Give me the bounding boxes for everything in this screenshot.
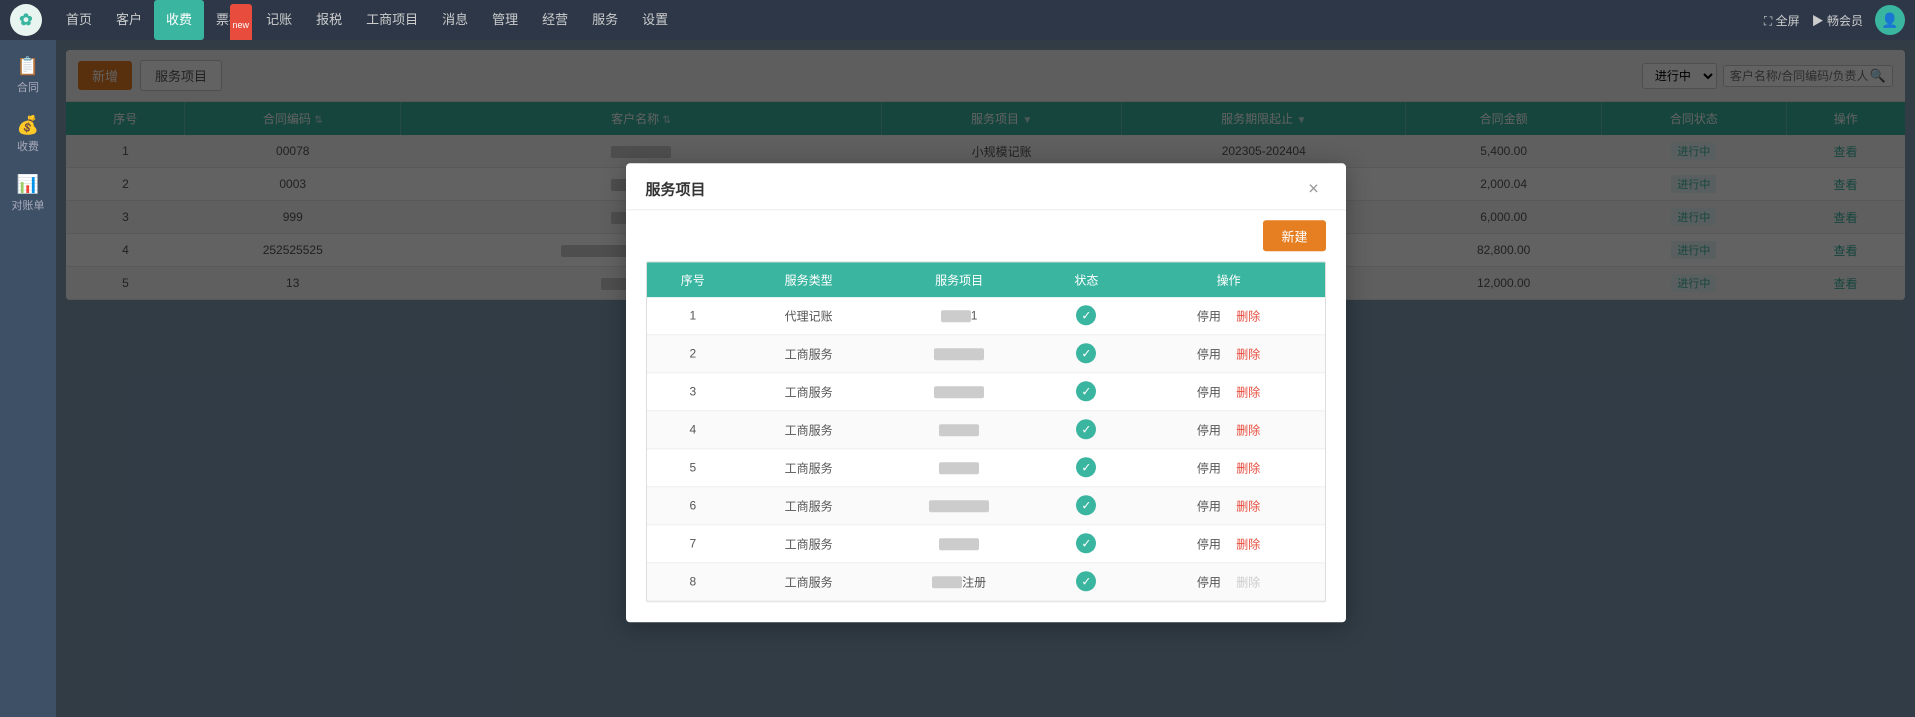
delete-button-8[interactable]: 删除 [1230,571,1266,592]
stop-button-5[interactable]: 停用 [1191,457,1227,478]
fee-icon: 💰 [17,115,39,136]
nav-jizhang[interactable]: 记账 [254,0,304,40]
delete-button-5[interactable]: 删除 [1230,457,1266,478]
sidebar-label-duizhangdan: 对账单 [12,197,45,213]
sidebar-label-hetong: 合同 [17,79,39,95]
modal-col-type: 服务类型 [739,262,878,297]
modal-col-action: 操作 [1133,262,1325,297]
modal-table-row: 7 工商服务 ✓ 停用 删除 [647,524,1325,562]
sidebar-item-shoufei[interactable]: 💰 收费 [3,107,53,162]
modal-table-row: 1 代理记账 1 ✓ 停用 删除 [647,297,1325,335]
nav-jingying[interactable]: 经营 [530,0,580,40]
modal-table-row: 2 工商服务 ✓ 停用 删除 [647,334,1325,372]
delete-button-3[interactable]: 删除 [1230,381,1266,402]
nav-customer[interactable]: 客户 [104,0,154,40]
modal-new-button[interactable]: 新建 [1263,220,1325,251]
modal-table-row: 3 工商服务 ✓ 停用 删除 [647,372,1325,410]
modal-table-row: 8 工商服务 注册 ✓ 停用 删除 [647,562,1325,600]
modal-table-row: 6 工商服务 ✓ 停用 删除 [647,486,1325,524]
content-area: 新增 服务项目 进行中 已完成 已终止 🔍 [56,40,1915,717]
top-navigation: ✿ 首页 客户 收费 票据 new 记账 报税 工商项目 消息 管理 [0,0,1915,40]
modal-col-seq: 序号 [647,262,740,297]
delete-button-6[interactable]: 删除 [1230,495,1266,516]
delete-button-1[interactable]: 删除 [1230,305,1266,326]
modal-table-row: 4 工商服务 ✓ 停用 删除 [647,410,1325,448]
delete-button-2[interactable]: 删除 [1230,343,1266,364]
modal-table-row: 5 工商服务 ✓ 停用 删除 [647,448,1325,486]
modal-col-status: 状态 [1040,262,1133,297]
nav-gongshang[interactable]: 工商项目 [354,0,430,40]
stop-button-6[interactable]: 停用 [1191,495,1227,516]
delete-button-7[interactable]: 删除 [1230,533,1266,554]
member-btn[interactable]: ▶ 畅会员 [1812,12,1863,29]
nav-xiaoxi[interactable]: 消息 [430,0,480,40]
app-logo: ✿ [10,4,42,36]
stop-button-4[interactable]: 停用 [1191,419,1227,440]
stop-button-7[interactable]: 停用 [1191,533,1227,554]
nav-baoshui[interactable]: 报税 [304,0,354,40]
service-table-wrap[interactable]: 序号 服务类型 服务项目 状态 操作 1 代理记账 [646,261,1326,602]
service-items-modal: 服务项目 × 新建 序号 服务类型 服务项目 [626,163,1346,622]
nav-shoufei[interactable]: 收费 [154,0,204,40]
modal-col-item: 服务项目 [878,262,1040,297]
modal-close-button[interactable]: × [1302,177,1326,201]
nav-guanli[interactable]: 管理 [480,0,530,40]
stop-button-1[interactable]: 停用 [1191,305,1227,326]
stop-button-8[interactable]: 停用 [1191,571,1227,592]
modal-header: 服务项目 × [626,163,1346,210]
contract-icon: 📋 [17,56,39,77]
modal-title: 服务项目 [646,178,706,199]
stop-button-2[interactable]: 停用 [1191,343,1227,364]
sidebar-item-duizhangdan[interactable]: 📊 对账单 [3,166,53,221]
nav-fuwu[interactable]: 服务 [580,0,630,40]
fullscreen-btn[interactable]: ⛶ 全屏 [1764,12,1800,29]
nav-home[interactable]: 首页 [54,0,104,40]
stop-button-3[interactable]: 停用 [1191,381,1227,402]
nav-shezhi[interactable]: 设置 [630,0,680,40]
nav-piaoju[interactable]: 票据 new [204,0,254,40]
avatar[interactable]: 👤 [1875,5,1905,35]
service-items-table: 序号 服务类型 服务项目 状态 操作 1 代理记账 [647,262,1325,601]
delete-button-4[interactable]: 删除 [1230,419,1266,440]
statement-icon: 📊 [17,174,39,195]
sidebar: 📋 合同 💰 收费 📊 对账单 [0,40,56,717]
modal-body: 序号 服务类型 服务项目 状态 操作 1 代理记账 [626,261,1346,622]
top-nav-right: ⛶ 全屏 ▶ 畅会员 👤 [1764,5,1905,35]
sidebar-item-hetong[interactable]: 📋 合同 [3,48,53,103]
modal-toolbar: 新建 [626,210,1346,261]
sidebar-label-shoufei: 收费 [17,138,39,154]
